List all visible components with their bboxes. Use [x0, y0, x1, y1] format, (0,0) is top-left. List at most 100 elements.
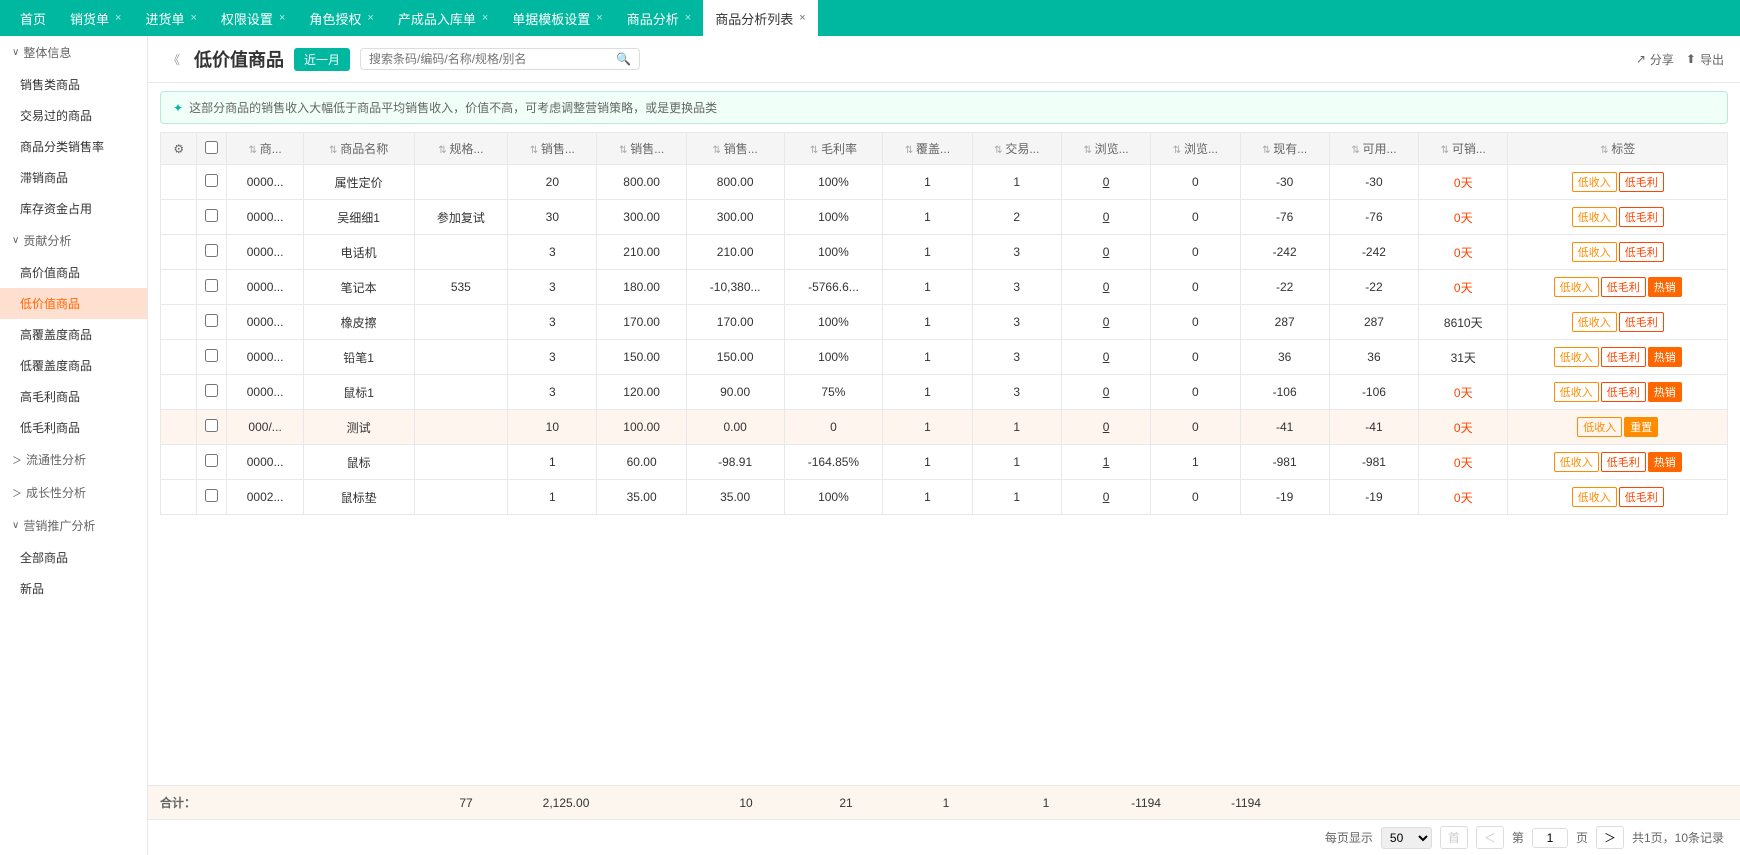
- sidebar-item-low-margin[interactable]: 低毛利商品: [0, 412, 147, 443]
- row-checkbox[interactable]: [205, 419, 218, 432]
- close-icon[interactable]: ×: [596, 12, 602, 24]
- date-filter-button[interactable]: 近一月: [294, 48, 350, 71]
- row-checkbox[interactable]: [205, 454, 218, 467]
- close-icon[interactable]: ×: [115, 12, 121, 24]
- close-icon[interactable]: ×: [190, 12, 196, 24]
- spec-cell: [414, 235, 508, 270]
- next-page-button[interactable]: ＞: [1596, 826, 1624, 849]
- browse1-link[interactable]: 0: [1103, 385, 1110, 399]
- browse1-link[interactable]: 1: [1103, 455, 1110, 469]
- sidebar-group-growth[interactable]: ＞ 成长性分析: [0, 476, 147, 509]
- sidebar-item-new-goods[interactable]: 新品: [0, 573, 147, 604]
- spec-col-header[interactable]: 规格...: [414, 133, 508, 165]
- name-col-header[interactable]: 商品名称: [303, 133, 414, 165]
- nav-finished-goods[interactable]: 产成品入库单 ×: [386, 0, 500, 36]
- close-icon[interactable]: ×: [799, 12, 805, 24]
- select-all-checkbox[interactable]: [205, 141, 218, 154]
- close-icon[interactable]: ×: [685, 12, 691, 24]
- margin-cell: 100%: [784, 165, 883, 200]
- qty-col-header[interactable]: 销售...: [508, 133, 597, 165]
- row-checkbox[interactable]: [205, 349, 218, 362]
- first-page-button[interactable]: 首: [1440, 826, 1468, 849]
- sidebar-item-sales-goods[interactable]: 销售类商品: [0, 69, 147, 100]
- row-checkbox[interactable]: [205, 244, 218, 257]
- browse1-link[interactable]: 0: [1103, 245, 1110, 259]
- nav-permission[interactable]: 权限设置 ×: [209, 0, 297, 36]
- sidebar-item-category-rate[interactable]: 商品分类销售率: [0, 131, 147, 162]
- sidebar-item-high-coverage[interactable]: 高覆盖度商品: [0, 319, 147, 350]
- browse2-col-header[interactable]: 浏览...: [1151, 133, 1240, 165]
- row-checkbox[interactable]: [205, 489, 218, 502]
- row-checkbox[interactable]: [205, 209, 218, 222]
- row-checkbox[interactable]: [205, 384, 218, 397]
- sales-cell: -10,380...: [686, 270, 784, 305]
- current-col-header[interactable]: 现有...: [1240, 133, 1329, 165]
- search-icon[interactable]: 🔍: [616, 52, 631, 66]
- sales-col-header[interactable]: 销售...: [686, 133, 784, 165]
- page-size-select[interactable]: 50 10 20 100: [1381, 827, 1432, 849]
- trade-cell: 3: [972, 375, 1061, 410]
- nav-goods-analysis-list[interactable]: 商品分析列表 ×: [703, 0, 817, 36]
- settings-col-header[interactable]: ⚙: [161, 133, 197, 165]
- sidebar-item-low-coverage[interactable]: 低覆盖度商品: [0, 350, 147, 381]
- browse1-link[interactable]: 0: [1103, 315, 1110, 329]
- trade-cell: 2: [972, 200, 1061, 235]
- sidebar-item-high-margin[interactable]: 高毛利商品: [0, 381, 147, 412]
- sidebar-item-all-goods[interactable]: 全部商品: [0, 542, 147, 573]
- browse1-link[interactable]: 0: [1103, 175, 1110, 189]
- share-button[interactable]: ↗ 分享: [1636, 51, 1674, 68]
- collapse-sidebar-button[interactable]: 《: [164, 47, 184, 72]
- nav-template[interactable]: 单据模板设置 ×: [500, 0, 614, 36]
- coverage-col-header[interactable]: 覆盖...: [883, 133, 972, 165]
- income-col-header[interactable]: 销售...: [597, 133, 686, 165]
- nav-role[interactable]: 角色授权 ×: [297, 0, 385, 36]
- row-checkbox[interactable]: [205, 174, 218, 187]
- row-checkbox[interactable]: [205, 314, 218, 327]
- nav-purchase-order[interactable]: 进货单 ×: [133, 0, 208, 36]
- browse1-link[interactable]: 0: [1103, 490, 1110, 504]
- sidebar-group-contribution[interactable]: ∨ 贡献分析: [0, 224, 147, 257]
- sidebar-item-slow-goods[interactable]: 滞销商品: [0, 162, 147, 193]
- browse1-link[interactable]: 0: [1103, 420, 1110, 434]
- tag-label: 低收入: [1572, 207, 1617, 227]
- browse1-link[interactable]: 0: [1103, 280, 1110, 294]
- coverage-cell: 1: [883, 305, 972, 340]
- trade-cell: 1: [972, 445, 1061, 480]
- nav-goods-analysis[interactable]: 商品分析 ×: [615, 0, 703, 36]
- nav-home[interactable]: 首页: [8, 0, 58, 36]
- browse1-col-header[interactable]: 浏览...: [1061, 133, 1150, 165]
- sales-cell: 300.00: [686, 200, 784, 235]
- browse2-cell: 0: [1151, 305, 1240, 340]
- margin-col-header[interactable]: 毛利率: [784, 133, 883, 165]
- row-checkbox[interactable]: [205, 279, 218, 292]
- sidebar-group-marketing[interactable]: ∨ 营销推广分析: [0, 509, 147, 542]
- search-input[interactable]: [369, 52, 612, 66]
- code-col-header[interactable]: 商...: [227, 133, 303, 165]
- nav-sales-order[interactable]: 销货单 ×: [58, 0, 133, 36]
- sales-cell: 170.00: [686, 305, 784, 340]
- saleable-col-header[interactable]: 可销...: [1419, 133, 1508, 165]
- sidebar-group-liquidity[interactable]: ＞ 流通性分析: [0, 443, 147, 476]
- tags-col-header[interactable]: 标签: [1508, 133, 1728, 165]
- export-button[interactable]: ⬆ 导出: [1686, 51, 1724, 68]
- sidebar-item-traded-goods[interactable]: 交易过的商品: [0, 100, 147, 131]
- browse1-link[interactable]: 0: [1103, 210, 1110, 224]
- tags-cell: 低收入低毛利热销: [1508, 375, 1728, 410]
- close-icon[interactable]: ×: [279, 12, 285, 24]
- sidebar-item-high-value[interactable]: 高价值商品: [0, 257, 147, 288]
- name-cell: 鼠标1: [303, 375, 414, 410]
- footer-trade: 21: [816, 796, 876, 810]
- trade-col-header[interactable]: 交易...: [972, 133, 1061, 165]
- sidebar-item-inventory-capital[interactable]: 库存资金占用: [0, 193, 147, 224]
- prev-page-button[interactable]: ＜: [1476, 826, 1504, 849]
- close-icon[interactable]: ×: [482, 12, 488, 24]
- checkbox-col-header[interactable]: [197, 133, 227, 165]
- page-number-input[interactable]: [1532, 828, 1568, 848]
- checkbox-cell: [197, 270, 227, 305]
- close-icon[interactable]: ×: [367, 12, 373, 24]
- available-col-header[interactable]: 可用...: [1329, 133, 1418, 165]
- sidebar-group-overall[interactable]: ∨ 整体信息: [0, 36, 147, 69]
- browse1-link[interactable]: 0: [1103, 350, 1110, 364]
- sidebar-item-low-value[interactable]: 低价值商品: [0, 288, 147, 319]
- chevron-right-icon: ＞: [12, 452, 22, 467]
